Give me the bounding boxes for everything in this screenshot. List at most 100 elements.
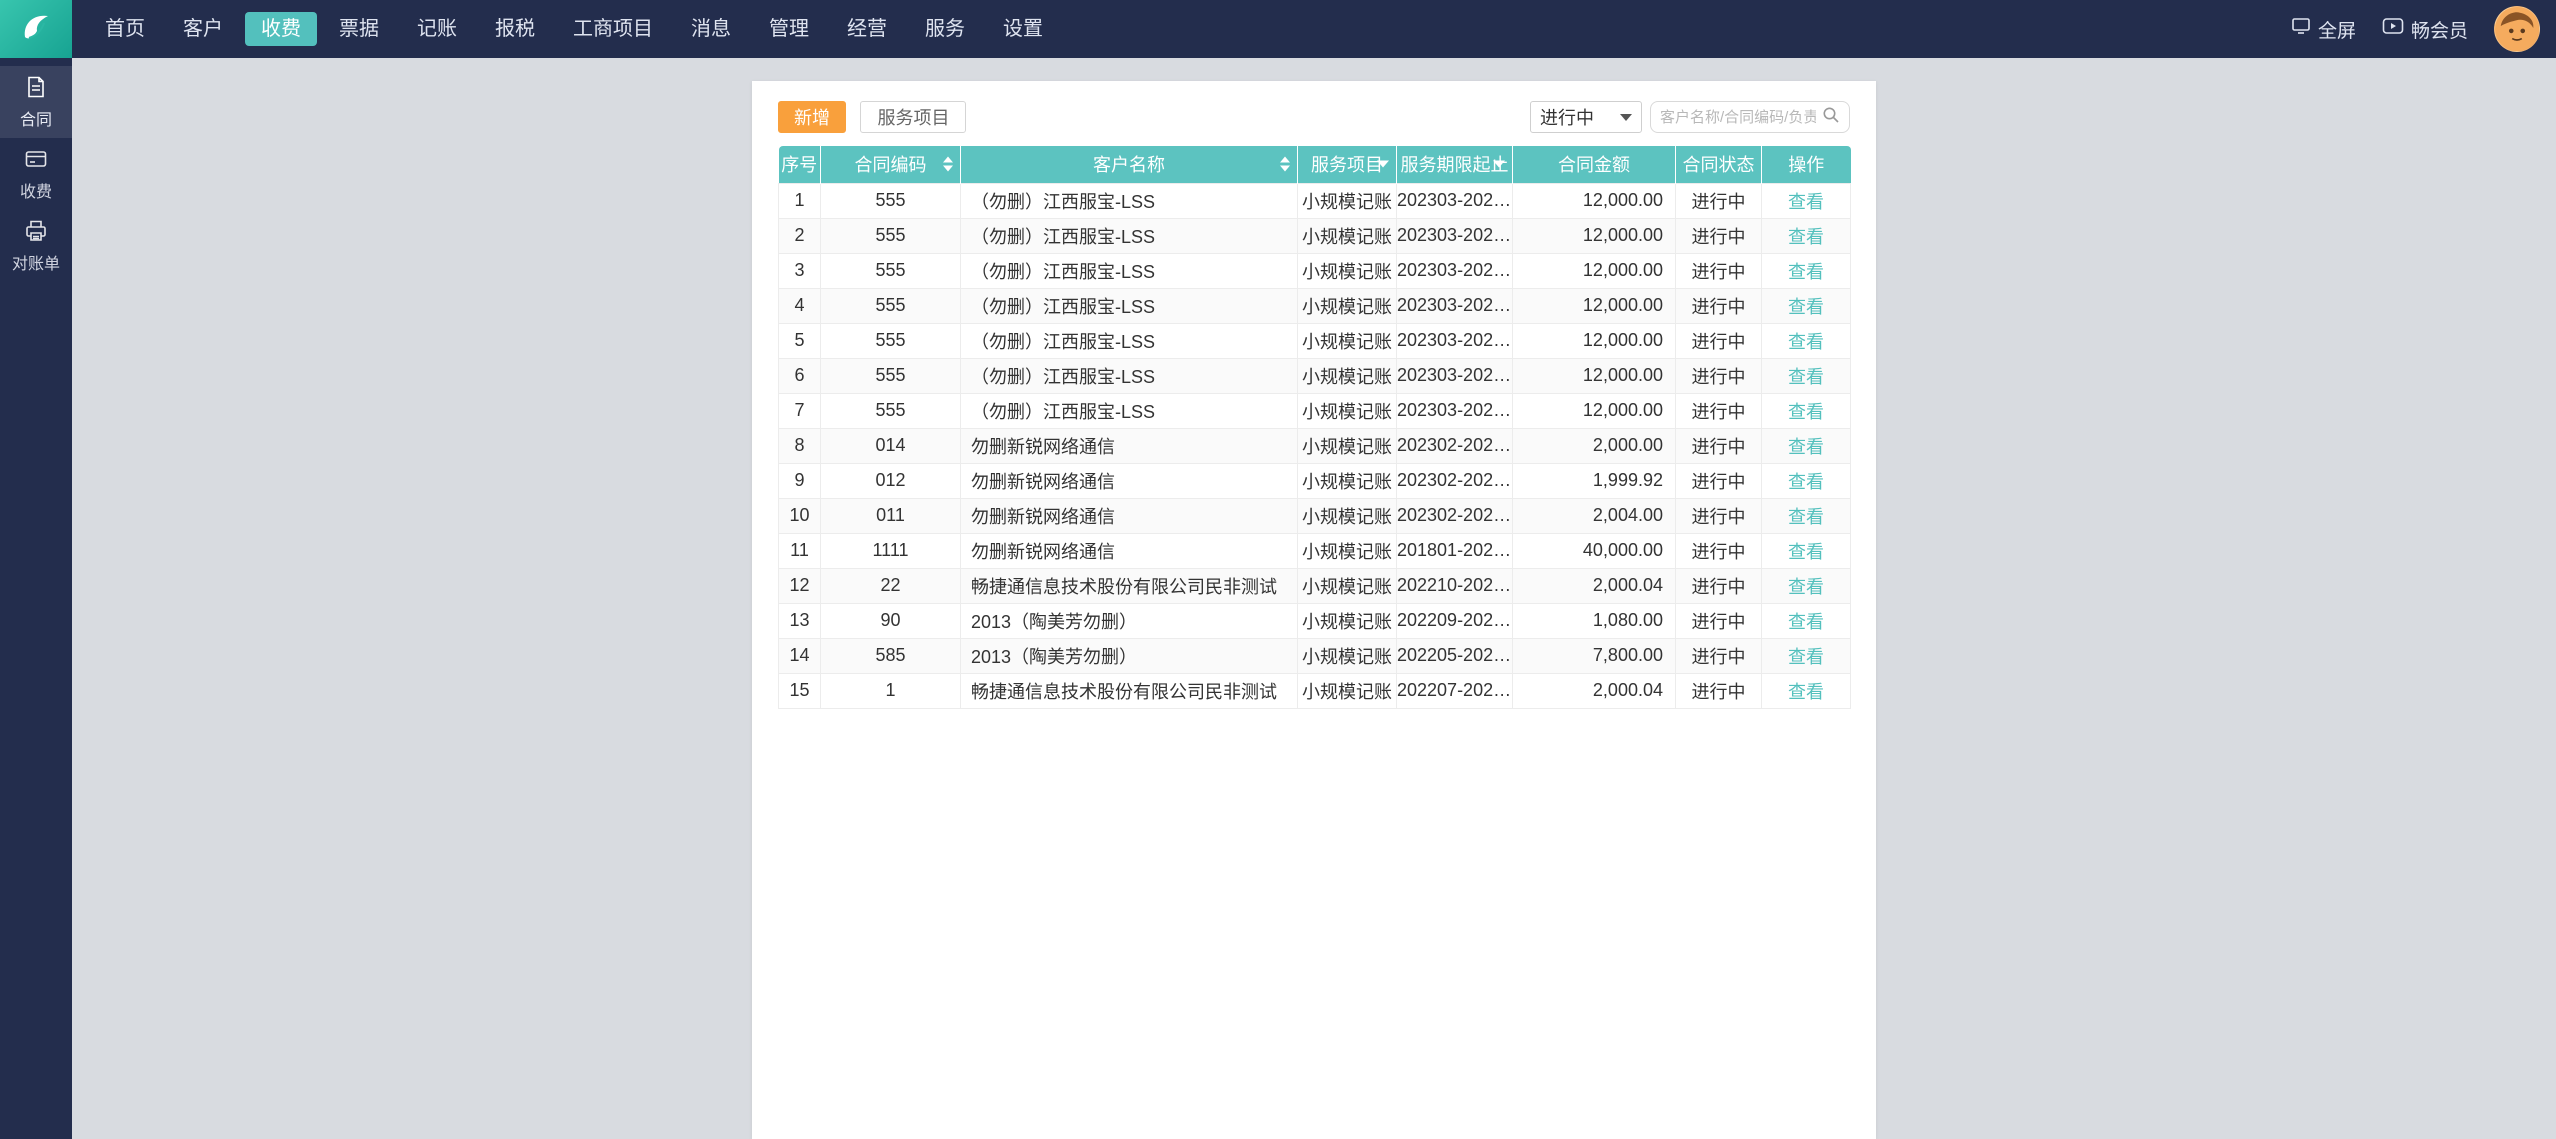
sidebar-item-statements[interactable]: 对账单 — [0, 210, 72, 282]
view-link[interactable]: 查看 — [1788, 472, 1824, 492]
view-link[interactable]: 查看 — [1788, 227, 1824, 247]
table-row: 6 555 （勿删）江西服宝-LSS 小规模记账 202303-202402 12,000… — [778, 357, 1851, 394]
view-link[interactable]: 查看 — [1788, 297, 1824, 317]
cell-customer-name: （勿删）江西服宝-LSS — [960, 182, 1298, 219]
view-link[interactable]: 查看 — [1788, 577, 1824, 597]
filter-caret-icon[interactable] — [1493, 160, 1505, 168]
cell-service-period: 202303-202402 — [1396, 357, 1513, 394]
table-row: 11 1111 勿删新锐网络通信 小规模记账 201801-202408 40,000.0… — [778, 532, 1851, 569]
cell-service-item: 小规模记账 — [1297, 672, 1397, 709]
add-button[interactable]: 新增 — [778, 101, 846, 133]
nav-item-business-projects[interactable]: 工商项目 — [554, 0, 672, 58]
cell-service-item: 小规模记账 — [1297, 497, 1397, 534]
column-header-period[interactable]: 服务期限起止 — [1396, 146, 1513, 183]
fullscreen-button[interactable]: 全屏 — [2291, 16, 2356, 43]
sidebar-item-label: 收费 — [19, 183, 52, 201]
column-header-amount: 合同金额 — [1512, 146, 1676, 183]
member-button[interactable]: 畅会员 — [2382, 16, 2468, 43]
nav-item-home[interactable]: 首页 — [86, 0, 164, 58]
cell-action: 查看 — [1761, 637, 1851, 674]
cell-index: 10 — [778, 497, 821, 534]
view-link[interactable]: 查看 — [1788, 647, 1824, 667]
app-logo-icon — [16, 7, 56, 52]
view-link[interactable]: 查看 — [1788, 612, 1824, 632]
table-row: 5 555 （勿删）江西服宝-LSS 小规模记账 202303-202402 12,000… — [778, 322, 1851, 359]
view-link[interactable]: 查看 — [1788, 402, 1824, 422]
view-link[interactable]: 查看 — [1788, 332, 1824, 352]
cell-service-period: 202303-202402 — [1396, 252, 1513, 289]
cell-contract-code: 014 — [820, 427, 961, 464]
cell-index: 14 — [778, 637, 821, 674]
cell-contract-status: 进行中 — [1675, 532, 1762, 569]
column-header-service[interactable]: 服务项目 — [1297, 146, 1397, 183]
cell-service-period: 202210-202309 — [1396, 567, 1513, 604]
cell-service-period: 202205-202504 — [1396, 637, 1513, 674]
cell-service-item: 小规模记账 — [1297, 287, 1397, 324]
cell-index: 15 — [778, 672, 821, 709]
toolbar-right: 进行中 — [1530, 101, 1850, 133]
filter-caret-icon[interactable] — [1377, 160, 1389, 168]
cell-action: 查看 — [1761, 252, 1851, 289]
view-link[interactable]: 查看 — [1788, 367, 1824, 387]
nav-item-operations[interactable]: 经营 — [828, 0, 906, 58]
panel-toolbar: 新增 服务项目 进行中 — [778, 101, 1850, 135]
sidebar: 合同 收费 对账单 — [0, 58, 72, 1139]
cell-service-item: 小规模记账 — [1297, 392, 1397, 429]
view-link[interactable]: 查看 — [1788, 542, 1824, 562]
sort-icon[interactable] — [1280, 156, 1290, 172]
view-link[interactable]: 查看 — [1788, 262, 1824, 282]
cell-contract-code: 555 — [820, 217, 961, 254]
table-row: 7 555 （勿删）江西服宝-LSS 小规模记账 202303-202402 12,000… — [778, 392, 1851, 429]
column-header-customer[interactable]: 客户名称 — [960, 146, 1298, 183]
cell-contract-amount: 12,000.00 — [1512, 182, 1676, 219]
nav-item-settings[interactable]: 设置 — [984, 0, 1062, 58]
nav-item-management[interactable]: 管理 — [750, 0, 828, 58]
sidebar-item-contracts[interactable]: 合同 — [0, 66, 72, 138]
nav-item-tax[interactable]: 报税 — [476, 0, 554, 58]
cell-contract-amount: 12,000.00 — [1512, 322, 1676, 359]
search-icon[interactable] — [1822, 106, 1840, 129]
cell-index: 12 — [778, 567, 821, 604]
cell-contract-status: 进行中 — [1675, 217, 1762, 254]
sidebar-item-charging[interactable]: 收费 — [0, 138, 72, 210]
cell-contract-status: 进行中 — [1675, 322, 1762, 359]
fullscreen-icon — [2291, 16, 2311, 42]
column-header-code[interactable]: 合同编码 — [820, 146, 961, 183]
cell-index: 3 — [778, 252, 821, 289]
table-row: 10 011 勿删新锐网络通信 小规模记账 202302-202401 2,004.00 进… — [778, 497, 1851, 534]
view-link[interactable]: 查看 — [1788, 192, 1824, 212]
cell-contract-amount: 7,800.00 — [1512, 637, 1676, 674]
service-items-button[interactable]: 服务项目 — [860, 101, 967, 133]
cell-customer-name: （勿删）江西服宝-LSS — [960, 252, 1298, 289]
cell-contract-code: 585 — [820, 637, 961, 674]
nav-item-charging[interactable]: 收费 — [245, 12, 317, 46]
cell-index: 9 — [778, 462, 821, 499]
cell-index: 11 — [778, 532, 821, 569]
nav-item-invoices[interactable]: 票据 — [320, 0, 398, 58]
cell-contract-status: 进行中 — [1675, 427, 1762, 464]
cell-contract-code: 555 — [820, 182, 961, 219]
search-input[interactable] — [1660, 108, 1816, 126]
status-filter-select[interactable]: 进行中 — [1530, 101, 1642, 133]
view-link[interactable]: 查看 — [1788, 682, 1824, 702]
statement-icon — [24, 219, 48, 243]
cell-service-period: 202207-202306 — [1396, 672, 1513, 709]
topbar: 首页 客户 收费 票据 记账 报税 工商项目 消息 管理 经营 服务 设置 全屏 — [0, 0, 2556, 58]
view-link[interactable]: 查看 — [1788, 437, 1824, 457]
cell-service-item: 小规模记账 — [1297, 637, 1397, 674]
nav-item-customers[interactable]: 客户 — [164, 0, 242, 58]
user-avatar[interactable] — [2494, 6, 2540, 52]
cell-service-period: 202303-202402 — [1396, 182, 1513, 219]
view-link[interactable]: 查看 — [1788, 507, 1824, 527]
nav-item-services[interactable]: 服务 — [906, 0, 984, 58]
sort-icon[interactable] — [943, 156, 953, 172]
cell-contract-status: 进行中 — [1675, 567, 1762, 604]
cell-contract-code: 1111 — [820, 532, 961, 569]
nav-item-messages[interactable]: 消息 — [672, 0, 750, 58]
cell-service-period: 202303-202402 — [1396, 322, 1513, 359]
table-header: 序号 合同编码 客户名称 服务项目 服务期限起止 合同金额 合同状态 操作 — [778, 146, 1851, 183]
cell-service-item: 小规模记账 — [1297, 602, 1397, 639]
nav-item-bookkeeping[interactable]: 记账 — [398, 0, 476, 58]
table-row: 9 012 勿删新锐网络通信 小规模记账 202302-202401 1,999.92 进行… — [778, 462, 1851, 499]
table-row: 4 555 （勿删）江西服宝-LSS 小规模记账 202303-202402 12,000… — [778, 287, 1851, 324]
